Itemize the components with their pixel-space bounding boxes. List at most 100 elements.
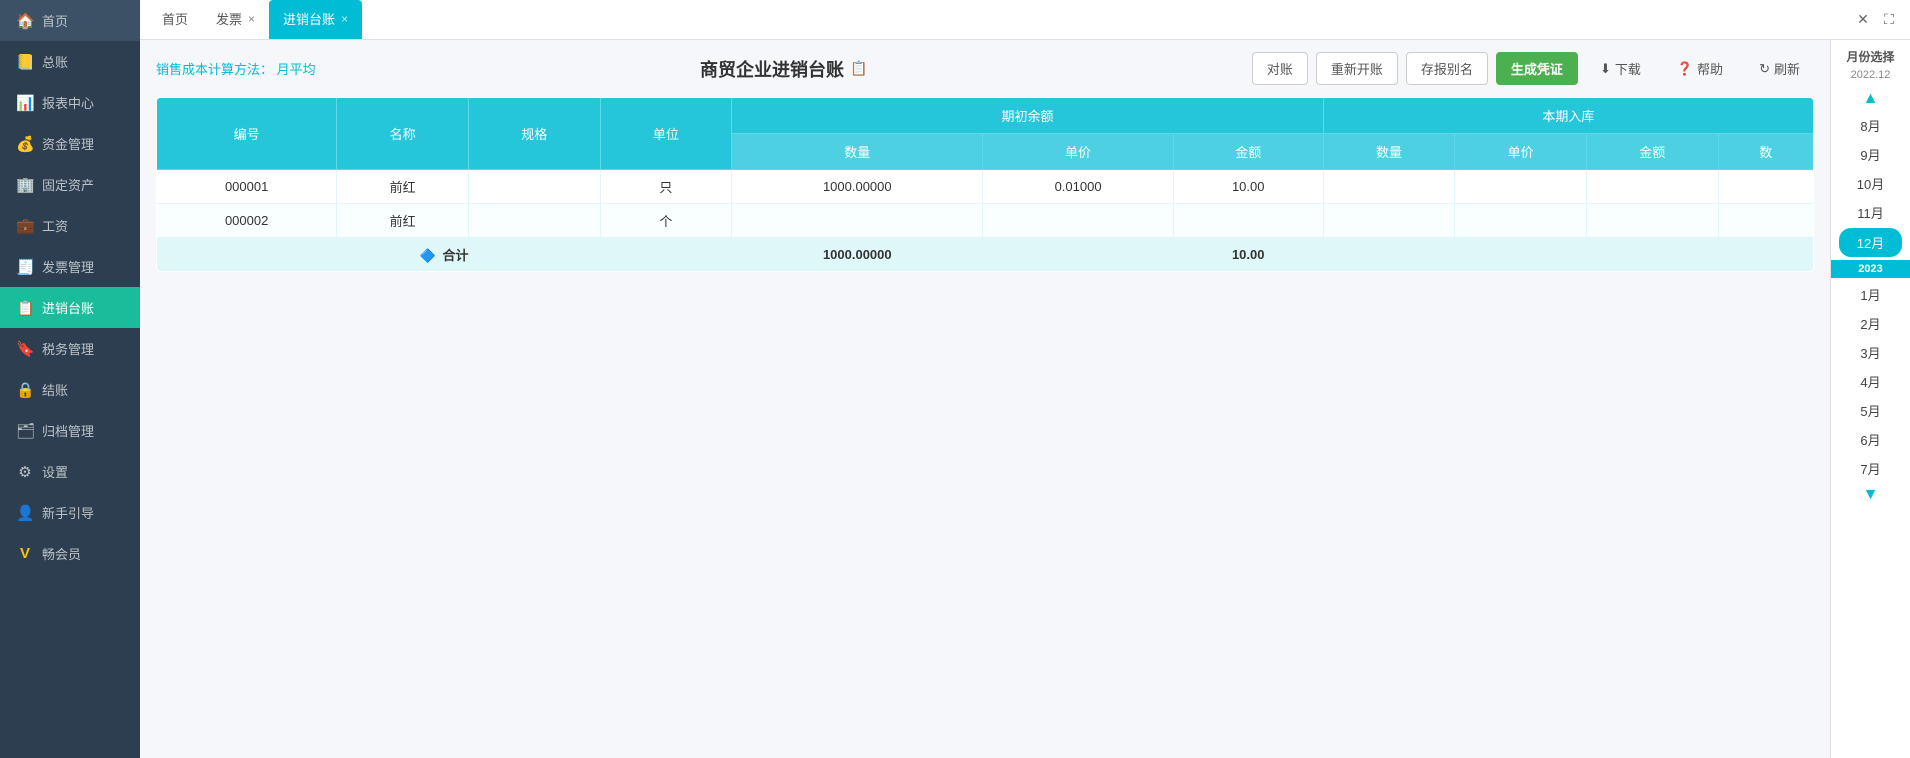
sidebar-label-funds: 资金管理 [42,134,94,153]
row1-in-price [1455,170,1587,204]
ledger-icon: 📒 [16,53,34,71]
sidebar-item-guide[interactable]: 👤 新手引导 [0,492,140,533]
month-item-jun-2023[interactable]: 6月 [1831,425,1910,454]
tax-icon: 🔖 [16,340,34,358]
total-in-extra [1718,238,1813,272]
month-item-jan-2023[interactable]: 1月 [1831,280,1910,309]
month-item-aug-2022[interactable]: 8月 [1831,111,1910,140]
tab-invoice[interactable]: 发票 × [202,0,269,39]
row1-in-qty [1323,170,1455,204]
page-content: 销售成本计算方法： 月平均 商贸企业进销台账 📋 对账 重新开账 存报别名 生成… [140,40,1830,758]
sidebar-label-salary: 工资 [42,216,68,235]
action-buttons: 对账 重新开账 存报别名 生成凭证 ⬇ 下载 ❓ 帮助 ↻ 刷新 [1252,52,1814,85]
sidebar-label-reports: 报表中心 [42,93,94,112]
row1-opening-price: 0.01000 [983,170,1173,204]
sidebar-item-salary[interactable]: 💼 工资 [0,205,140,246]
maximize-window-icon: ⛶ [1884,11,1894,28]
reconcile-button[interactable]: 对账 [1252,52,1308,85]
sidebar-item-invoice-mgmt[interactable]: 🧾 发票管理 [0,246,140,287]
col-header-unit: 单位 [600,98,732,170]
month-up-arrow[interactable]: ▲ [1831,87,1910,111]
sidebar-item-tax[interactable]: 🔖 税务管理 [0,328,140,369]
window-controls: ✕ ⛶ [1842,0,1910,38]
total-label: 合计 [443,248,469,263]
download-label: 下载 [1615,59,1641,78]
sidebar-label-invoice-mgmt: 发票管理 [42,257,94,276]
cost-method-value: 月平均 [277,62,316,77]
tab-purchase-sales-label: 进销台账 [283,9,335,28]
download-button[interactable]: ⬇ 下载 [1586,53,1655,84]
salary-icon: 💼 [16,217,34,235]
row2-in-amount [1586,204,1718,238]
sidebar-label-home: 首页 [42,11,68,30]
sidebar-item-assets[interactable]: 🏢 固定资产 [0,164,140,205]
sidebar-item-close[interactable]: 🔒 结账 [0,369,140,410]
total-opening-amount: 10.00 [1173,238,1323,272]
page-title-text: 商贸企业进销台账 [700,56,844,82]
sidebar-item-home[interactable]: 🏠 首页 [0,0,140,41]
row2-in-extra [1718,204,1813,238]
total-in-price [1455,238,1587,272]
col-header-opening-amount: 金额 [1173,134,1323,170]
row2-opening-price [983,204,1173,238]
col-header-in-qty: 数量 [1323,134,1455,170]
year-label-2023: 2023 [1831,260,1910,278]
month-item-jul-2023[interactable]: 7月 [1831,454,1910,483]
row1-opening-amount: 10.00 [1173,170,1323,204]
close-window-button[interactable]: ✕ [1852,8,1874,30]
month-item-dec-2022[interactable]: 12月 [1839,228,1902,257]
page-title: 商贸企业进销台账 📋 [700,56,867,82]
maximize-window-button[interactable]: ⛶ [1878,8,1900,30]
close-purchase-sales-tab-button[interactable]: × [341,12,348,26]
help-label: 帮助 [1697,59,1723,78]
invoice-mgmt-icon: 🧾 [16,258,34,276]
row2-spec [468,204,600,238]
tab-invoice-label: 发票 [216,9,242,28]
month-item-oct-2022[interactable]: 10月 [1831,169,1910,198]
cost-method: 销售成本计算方法： 月平均 [156,59,316,78]
help-button[interactable]: ❓ 帮助 [1663,53,1737,84]
row1-name: 前红 [337,170,469,204]
sidebar-item-purchase-sales[interactable]: 📋 进销台账 [0,287,140,328]
sidebar-item-funds[interactable]: 💰 资金管理 [0,123,140,164]
generate-voucher-button[interactable]: 生成凭证 [1496,52,1578,85]
sidebar-label-archive: 归档管理 [42,421,94,440]
guide-icon: 👤 [16,504,34,522]
col-header-in: 本期入库 [1323,98,1813,134]
save-alias-button[interactable]: 存报别名 [1406,52,1488,85]
archive-icon: 🗂 [16,422,34,440]
month-item-sep-2022[interactable]: 9月 [1831,140,1910,169]
sidebar-label-tax: 税务管理 [42,339,94,358]
sidebar-item-reports[interactable]: 📊 报表中心 [0,82,140,123]
reopen-button[interactable]: 重新开账 [1316,52,1398,85]
sidebar: 🏠 首页 📒 总账 📊 报表中心 💰 资金管理 🏢 固定资产 💼 工资 🧾 发票… [0,0,140,758]
month-selector-title: 月份选择 [1846,48,1894,65]
sidebar-item-archive[interactable]: 🗂 归档管理 [0,410,140,451]
home-icon: 🏠 [16,12,34,30]
month-item-may-2023[interactable]: 5月 [1831,396,1910,425]
sidebar-item-settings[interactable]: ⚙ 设置 [0,451,140,492]
sidebar-item-ledger[interactable]: 📒 总账 [0,41,140,82]
col-header-opening-qty: 数量 [732,134,983,170]
sidebar-label-close: 结账 [42,380,68,399]
row2-unit: 个 [600,204,732,238]
row2-name: 前红 [337,204,469,238]
row1-in-amount [1586,170,1718,204]
month-item-apr-2023[interactable]: 4月 [1831,367,1910,396]
refresh-label: 刷新 [1774,59,1800,78]
refresh-button[interactable]: ↻ 刷新 [1745,53,1814,84]
info-icon[interactable]: 📋 [850,60,867,77]
month-down-arrow[interactable]: ▼ [1831,483,1910,507]
refresh-icon: ↻ [1759,61,1770,77]
month-item-feb-2023[interactable]: 2月 [1831,309,1910,338]
total-label-cell: 🔷 合计 [157,238,732,272]
tab-home[interactable]: 首页 [148,0,202,39]
row2-code: 000002 [157,204,337,238]
sidebar-label-member: 畅会员 [42,544,81,563]
month-item-nov-2022[interactable]: 11月 [1831,198,1910,227]
sidebar-label-ledger: 总账 [42,52,68,71]
close-invoice-tab-button[interactable]: × [248,12,255,26]
sidebar-item-member[interactable]: V 畅会员 [0,533,140,574]
month-item-mar-2023[interactable]: 3月 [1831,338,1910,367]
tab-purchase-sales[interactable]: 进销台账 × [269,0,362,39]
